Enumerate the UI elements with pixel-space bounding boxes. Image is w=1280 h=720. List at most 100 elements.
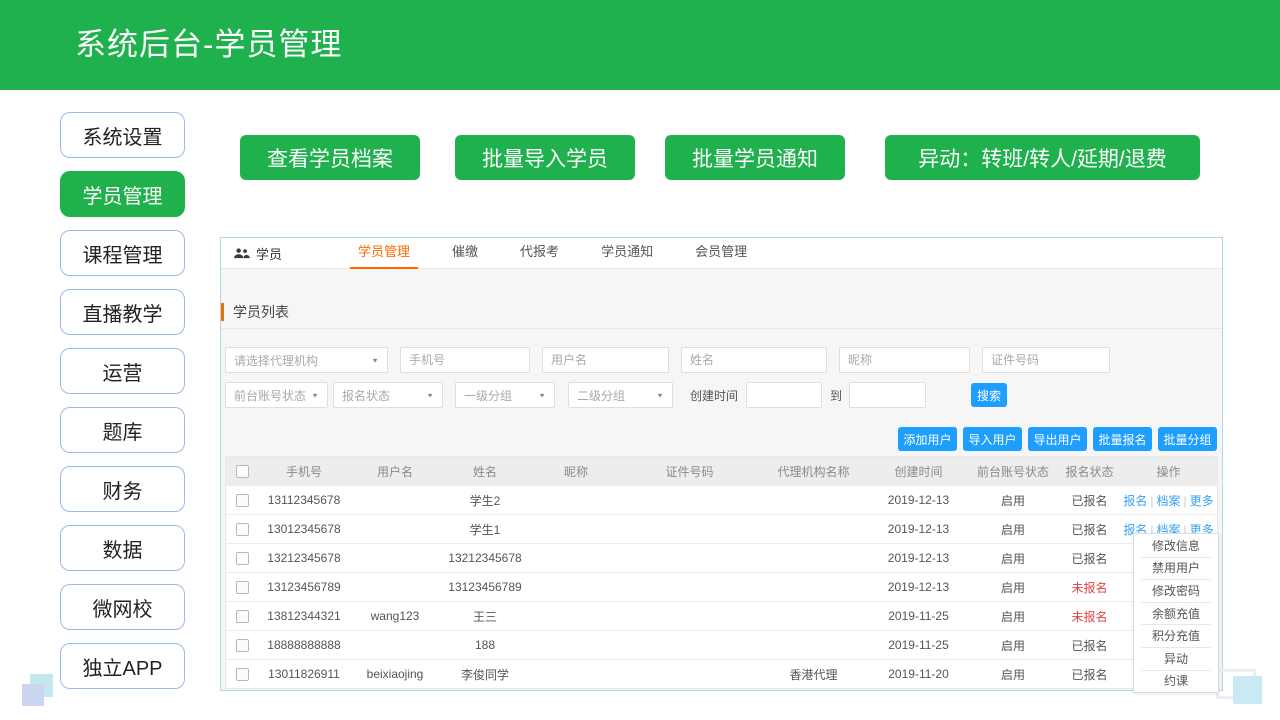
more-actions-menu: 修改信息 禁用用户 修改密码 余额充值 积分充值 异动 约课 [1133,533,1219,693]
archive-link[interactable]: 档案 [1156,494,1180,508]
row-checkbox[interactable] [236,581,249,594]
chevron-down-icon: ▼ [426,391,434,398]
col-id-number: 证件号码 [622,463,757,480]
sidebar-item-micro-school[interactable]: 微网校 [60,584,185,630]
sidebar: 系统设置 学员管理 课程管理 直播教学 运营 题库 财务 数据 微网校 独立AP… [60,112,185,702]
import-users-button[interactable]: 导入用户 [963,427,1022,451]
batch-import-students-button[interactable]: 批量导入学员 [455,135,635,180]
select-all-checkbox[interactable] [236,465,249,478]
signup-status-select[interactable]: 报名状态 ▼ [333,382,443,408]
decor-square [22,684,44,706]
created-time-label: 创建时间 [690,387,738,404]
module-header: 学员 [233,244,282,263]
name-filter-input[interactable] [681,347,827,373]
table-row: 13012345678 学生1 2019-12-13 启用 已报名 报名|档案|… [226,514,1217,543]
row-checkbox[interactable] [236,668,249,681]
created-from-input[interactable] [746,382,822,408]
signup-link[interactable]: 报名 [1123,494,1147,508]
chevron-down-icon: ▼ [311,391,319,398]
row-checkbox[interactable] [236,494,249,507]
group-level1-select[interactable]: 一级分组 ▼ [455,382,555,408]
col-nickname: 昵称 [530,463,622,480]
row-actions: 报名|档案|更多 [1120,492,1217,509]
section-header: 学员列表 [221,302,1222,322]
sidebar-item-live-teaching[interactable]: 直播教学 [60,289,185,335]
col-username: 用户名 [350,463,440,480]
row-checkbox[interactable] [236,610,249,623]
agency-select[interactable]: 请选择代理机构 ▼ [225,347,388,373]
filter-area: 请选择代理机构 ▼ 前台账号状态 ▼ 报名状态 ▼ 一级分组 ▼ 二级 [225,347,1218,408]
id-number-filter-input[interactable] [982,347,1110,373]
tab-member-management[interactable]: 会员管理 [687,238,755,269]
filter-row-1: 请选择代理机构 ▼ [225,347,1218,373]
phone-filter-input[interactable] [400,347,530,373]
panel-tabs: 学员管理 催缴 代报考 学员通知 会员管理 [350,238,781,269]
table-row: 13812344321 wang123 王三 2019-11-25 启用 未报名 [226,601,1217,630]
decor-square [1233,676,1262,704]
sidebar-item-standalone-app[interactable]: 独立APP [60,643,185,689]
page-title: 系统后台-学员管理 [75,0,342,90]
col-actions: 操作 [1120,463,1217,480]
app-header: 系统后台-学员管理 [0,0,1280,90]
col-signup-status: 报名状态 [1059,463,1120,480]
col-agency: 代理机构名称 [757,463,870,480]
sidebar-item-student-management[interactable]: 学员管理 [60,171,185,217]
username-filter-input[interactable] [542,347,669,373]
tab-proxy-exam[interactable]: 代报考 [512,238,567,269]
to-label: 到 [830,387,842,404]
menu-item-points-recharge[interactable]: 积分充值 [1134,624,1218,647]
menu-item-disable-user[interactable]: 禁用用户 [1134,557,1218,580]
tab-student-management[interactable]: 学员管理 [350,238,418,269]
group-level2-select[interactable]: 二级分组 ▼ [568,382,673,408]
students-group-icon [233,247,250,260]
filter-row-2: 前台账号状态 ▼ 报名状态 ▼ 一级分组 ▼ 二级分组 ▼ 创建时间 到 搜索 [225,382,1218,408]
sidebar-item-course-management[interactable]: 课程管理 [60,230,185,276]
batch-student-notify-button[interactable]: 批量学员通知 [665,135,845,180]
col-created: 创建时间 [870,463,967,480]
students-table: 手机号 用户名 姓名 昵称 证件号码 代理机构名称 创建时间 前台账号状态 报名… [225,456,1218,689]
change-transfer-refund-button[interactable]: 异动：转班/转人/延期/退费 [885,135,1200,180]
table-row: 13123456789 13123456789 2019-12-13 启用 未报… [226,572,1217,601]
section-title: 学员列表 [233,302,289,322]
account-status-select[interactable]: 前台账号状态 ▼ [225,382,328,408]
view-student-archive-button[interactable]: 查看学员档案 [240,135,420,180]
chevron-down-icon: ▼ [538,391,546,398]
sidebar-item-finance[interactable]: 财务 [60,466,185,512]
add-user-button[interactable]: 添加用户 [898,427,957,451]
table-row: 18888888888 188 2019-11-25 启用 已报名 [226,630,1217,659]
menu-item-change-transfer[interactable]: 异动 [1134,647,1218,670]
row-checkbox[interactable] [236,523,249,536]
sidebar-item-system-settings[interactable]: 系统设置 [60,112,185,158]
section-divider [221,328,1222,329]
search-button[interactable]: 搜索 [971,383,1007,407]
created-to-input[interactable] [849,382,926,408]
chevron-down-icon: ▼ [656,391,664,398]
section-accent-bar [221,303,224,321]
col-account-status: 前台账号状态 [967,463,1059,480]
menu-item-edit-info[interactable]: 修改信息 [1134,534,1218,557]
table-row: 13011826911 beixiaojing 李俊同学 香港代理 2019-1… [226,659,1217,688]
sidebar-item-question-bank[interactable]: 题库 [60,407,185,453]
row-checkbox[interactable] [236,639,249,652]
module-label: 学员 [256,244,282,263]
tab-student-notice[interactable]: 学员通知 [593,238,661,269]
sidebar-item-operations[interactable]: 运营 [60,348,185,394]
row-checkbox[interactable] [236,552,249,565]
menu-item-change-password[interactable]: 修改密码 [1134,579,1218,602]
menu-item-balance-recharge[interactable]: 余额充值 [1134,602,1218,625]
menu-item-book-lesson[interactable]: 约课 [1134,670,1218,693]
batch-signup-button[interactable]: 批量报名 [1093,427,1152,451]
nickname-filter-input[interactable] [839,347,970,373]
export-users-button[interactable]: 导出用户 [1028,427,1087,451]
batch-group-button[interactable]: 批量分组 [1158,427,1217,451]
col-phone: 手机号 [258,463,350,480]
tab-payment-reminder[interactable]: 催缴 [444,238,486,269]
sidebar-item-data[interactable]: 数据 [60,525,185,571]
more-link[interactable]: 更多 [1190,494,1214,508]
panel-tabbar: 学员 学员管理 催缴 代报考 学员通知 会员管理 [221,238,1222,269]
col-name: 姓名 [440,463,530,480]
student-management-panel: 学员 学员管理 催缴 代报考 学员通知 会员管理 学员列表 请选择代理机构 ▼ [220,237,1223,691]
table-toolbar: 添加用户 导入用户 导出用户 批量报名 批量分组 [225,427,1217,451]
chevron-down-icon: ▼ [371,356,379,363]
table-row: 13112345678 学生2 2019-12-13 启用 已报名 报名|档案|… [226,485,1217,514]
